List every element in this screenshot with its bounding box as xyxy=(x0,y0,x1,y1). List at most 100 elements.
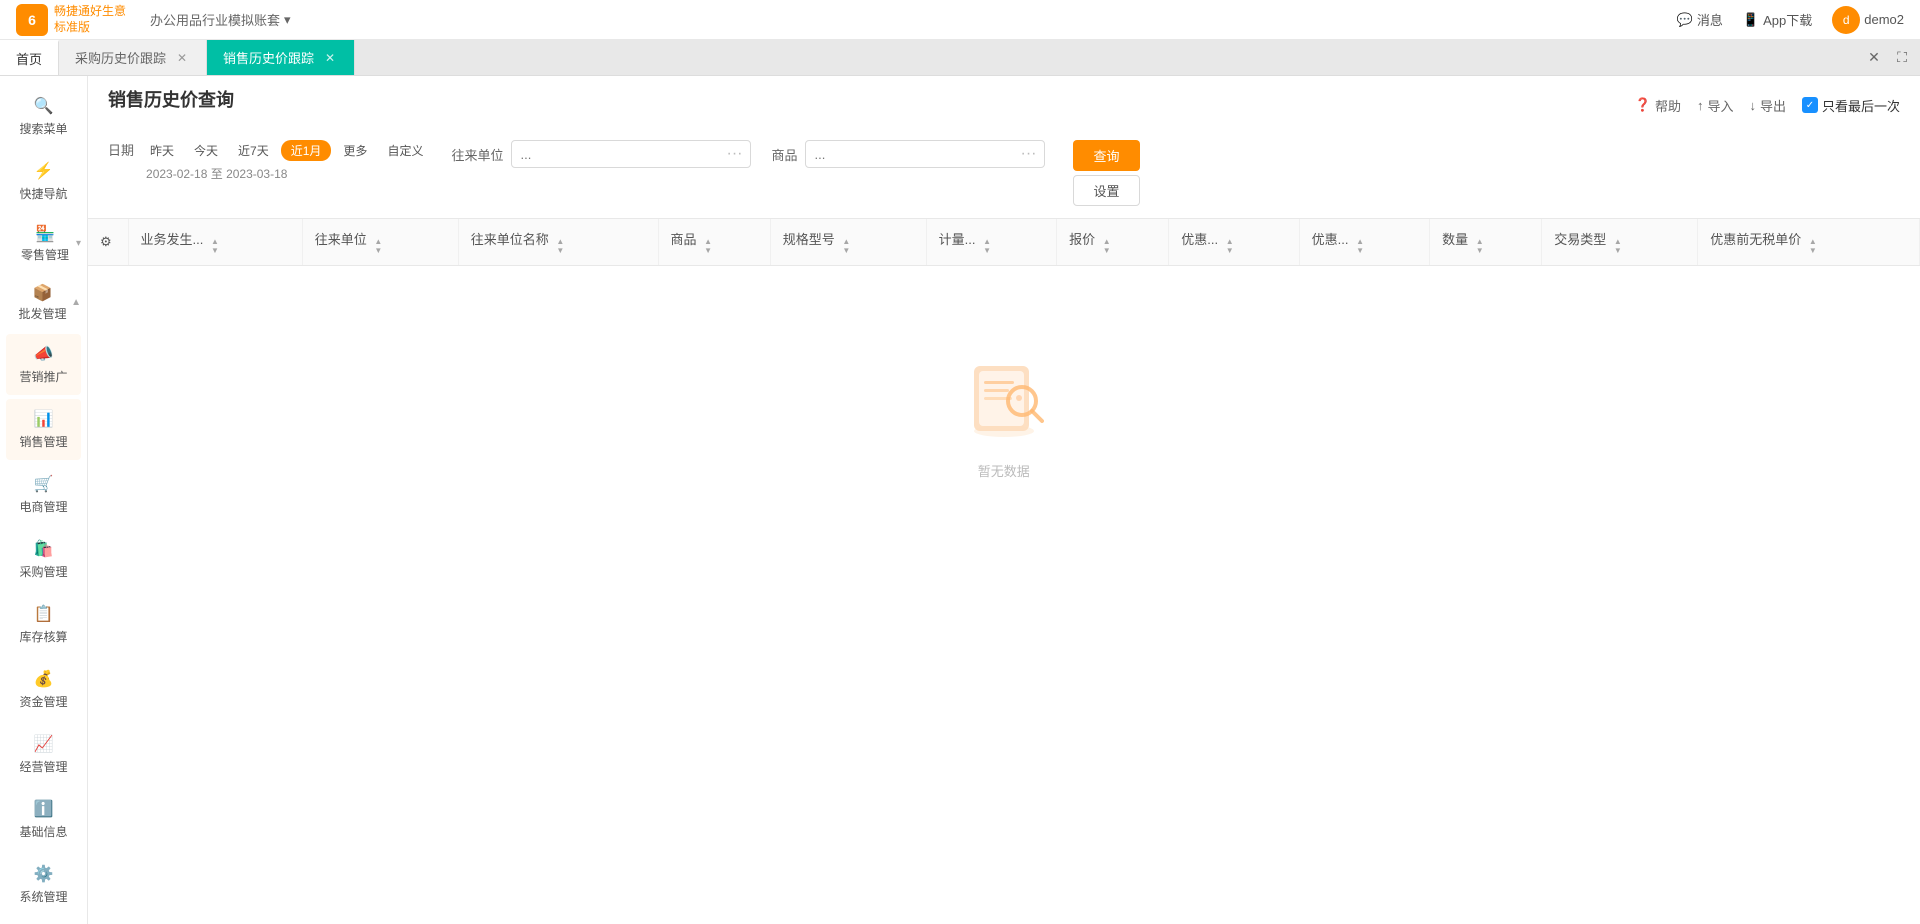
wholesale-icon: 📦 xyxy=(33,283,53,303)
table-area: ⚙ 业务发生... ▲▼ 往来单位 ▲▼ 往来单位名称 ▲▼ xyxy=(88,219,1920,924)
sidebar-item-search-menu[interactable]: 🔍 搜索菜单 xyxy=(6,86,81,147)
tab-purchase-history-close[interactable]: ✕ xyxy=(174,50,190,66)
message-btn[interactable]: 💬 消息 xyxy=(1677,10,1723,29)
retail-chevron-icon: ▾ xyxy=(76,238,81,249)
th-partner-code[interactable]: 往来单位 ▲▼ xyxy=(302,219,458,266)
sidebar-item-finance[interactable]: 💰 资金管理 xyxy=(6,659,81,720)
table-settings-icon[interactable]: ⚙ xyxy=(100,234,112,249)
th-unit[interactable]: 计量... ▲▼ xyxy=(926,219,1056,266)
sidebar-item-enterprise-collab[interactable]: 🤝 企业协同 xyxy=(6,919,81,924)
logo-text: 畅捷通好生意 标准版 xyxy=(54,4,126,35)
th-business-date[interactable]: 业务发生... ▲▼ xyxy=(128,219,302,266)
message-icon: 💬 xyxy=(1677,12,1693,28)
th-pretax-price[interactable]: 优惠前无税单价 ▲▼ xyxy=(1698,219,1920,266)
sidebar-item-quick-nav[interactable]: ⚡ 快捷导航 xyxy=(6,151,81,212)
filter-bar: 日期 昨天 今天 近7天 近1月 更多 自定义 2023-02-18 至 202… xyxy=(108,132,1900,218)
tab-sales-history[interactable]: 销售历史价跟踪 ✕ xyxy=(207,40,355,75)
product-input[interactable]: ··· xyxy=(805,140,1045,168)
th-product[interactable]: 商品 ▲▼ xyxy=(658,219,770,266)
wholesale-chevron-icon: ▲ xyxy=(71,297,81,308)
date-btn-today[interactable]: 今天 xyxy=(186,140,226,161)
tabs-window-controls: ✕ ⛶ xyxy=(1856,40,1920,75)
sort-icon-trade-type: ▲▼ xyxy=(1614,238,1622,255)
th-quoted-price[interactable]: 报价 ▲▼ xyxy=(1057,219,1169,266)
th-discount2[interactable]: 优惠... ▲▼ xyxy=(1299,219,1429,266)
page-title: 销售历史价查询 xyxy=(108,86,234,112)
topbar-right: 💬 消息 📱 App下载 d demo2 xyxy=(1677,6,1904,34)
sidebar-item-basic-info[interactable]: ℹ️ 基础信息 xyxy=(6,789,81,850)
page-header: 销售历史价查询 ❓ 帮助 ↑ 导入 ↓ 导出 ✓ xyxy=(88,76,1920,219)
settings-button[interactable]: 设置 xyxy=(1073,175,1139,206)
th-trade-type[interactable]: 交易类型 ▲▼ xyxy=(1542,219,1698,266)
sort-icon-product: ▲▼ xyxy=(704,238,712,255)
sort-icon-quoted-price: ▲▼ xyxy=(1103,238,1111,255)
retail-icon: 🏪 xyxy=(35,224,55,244)
table-header: ⚙ 业务发生... ▲▼ 往来单位 ▲▼ 往来单位名称 ▲▼ xyxy=(88,219,1920,266)
export-btn[interactable]: ↓ 导出 xyxy=(1749,96,1786,115)
help-icon: ❓ xyxy=(1635,97,1651,113)
sidebar-item-operations[interactable]: 📈 经营管理 xyxy=(6,724,81,785)
empty-illustration xyxy=(954,346,1054,449)
purchase-icon: 🛍️ xyxy=(34,539,54,559)
sort-icon-spec: ▲▼ xyxy=(842,238,850,255)
sidebar-item-inventory[interactable]: 📋 库存核算 xyxy=(6,594,81,655)
app-download-btn[interactable]: 📱 App下载 xyxy=(1743,10,1812,29)
only-last-checkbox-input[interactable]: ✓ xyxy=(1802,97,1818,113)
th-quantity[interactable]: 数量 ▲▼ xyxy=(1430,219,1542,266)
download-icon: 📱 xyxy=(1743,12,1759,28)
tab-purchase-history[interactable]: 采购历史价跟踪 ✕ xyxy=(59,40,207,75)
partner-input[interactable]: ··· xyxy=(511,140,751,168)
sort-icon-discount1: ▲▼ xyxy=(1226,238,1234,255)
th-partner-name[interactable]: 往来单位名称 ▲▼ xyxy=(458,219,658,266)
content-area: 销售历史价查询 ❓ 帮助 ↑ 导入 ↓ 导出 ✓ xyxy=(88,76,1920,924)
finance-icon: 💰 xyxy=(34,669,54,689)
import-icon: ↑ xyxy=(1697,98,1704,113)
only-last-checkbox-group[interactable]: ✓ 只看最后一次 xyxy=(1802,96,1900,115)
search-button[interactable]: 查询 xyxy=(1073,140,1139,171)
app-selector[interactable]: 办公用品行业模拟账套 ▾ xyxy=(150,10,291,29)
basic-info-icon: ℹ️ xyxy=(34,799,54,819)
user-profile[interactable]: d demo2 xyxy=(1832,6,1904,34)
sort-icon-partner-code: ▲▼ xyxy=(374,238,382,255)
help-btn[interactable]: ❓ 帮助 xyxy=(1635,96,1681,115)
partner-filter-label: 往来单位 xyxy=(451,145,503,164)
date-btn-yesterday[interactable]: 昨天 xyxy=(142,140,182,161)
sidebar-item-system[interactable]: ⚙️ 系统管理 xyxy=(6,854,81,915)
date-btn-7days[interactable]: 近7天 xyxy=(230,140,277,161)
chevron-down-icon: ▾ xyxy=(284,12,291,28)
empty-svg xyxy=(954,346,1054,446)
page-toolbar: ❓ 帮助 ↑ 导入 ↓ 导出 ✓ 只看最后一次 xyxy=(1635,96,1900,115)
date-buttons: 昨天 今天 近7天 近1月 更多 自定义 xyxy=(142,140,431,161)
sidebar-item-wholesale-mgmt[interactable]: 📦 批发管理 ▲ xyxy=(6,275,88,330)
date-btn-1month[interactable]: 近1月 xyxy=(281,140,332,161)
date-btn-more[interactable]: 更多 xyxy=(335,140,375,161)
empty-text: 暂无数据 xyxy=(978,461,1030,480)
close-window-btn[interactable]: ✕ xyxy=(1864,48,1884,68)
tab-home[interactable]: 首页 xyxy=(0,40,59,75)
inventory-icon: 📋 xyxy=(34,604,54,624)
sidebar-item-ecommerce[interactable]: 🛒 电商管理 xyxy=(6,464,81,525)
sidebar-item-sales-mgmt[interactable]: 📊 销售管理 xyxy=(6,399,81,460)
ecommerce-icon: 🛒 xyxy=(34,474,54,494)
date-btn-custom[interactable]: 自定义 xyxy=(379,140,431,161)
sales-icon: 📊 xyxy=(34,409,54,429)
sort-icon-business-date: ▲▼ xyxy=(211,238,219,255)
th-spec[interactable]: 规格型号 ▲▼ xyxy=(770,219,926,266)
sidebar-item-purchase[interactable]: 🛍️ 采购管理 xyxy=(6,529,81,590)
tab-sales-history-close[interactable]: ✕ xyxy=(322,50,338,66)
partner-input-dots: ··· xyxy=(726,145,742,163)
th-gear[interactable]: ⚙ xyxy=(88,219,128,266)
avatar: d xyxy=(1832,6,1860,34)
product-input-field[interactable] xyxy=(814,147,1020,162)
import-btn[interactable]: ↑ 导入 xyxy=(1697,96,1734,115)
product-filter-label: 商品 xyxy=(771,145,797,164)
maximize-window-btn[interactable]: ⛶ xyxy=(1892,48,1912,68)
sort-icon-partner-name: ▲▼ xyxy=(556,238,564,255)
sort-icon-quantity: ▲▼ xyxy=(1476,238,1484,255)
date-filter-group: 日期 昨天 今天 近7天 近1月 更多 自定义 2023-02-18 至 202… xyxy=(108,140,431,182)
partner-input-field[interactable] xyxy=(520,147,726,162)
operations-icon: 📈 xyxy=(34,734,54,754)
sidebar-item-retail-mgmt[interactable]: 🏪 零售管理 ▾ xyxy=(6,216,88,271)
sidebar-item-marketing[interactable]: 📣 营销推广 xyxy=(6,334,81,395)
th-discount1[interactable]: 优惠... ▲▼ xyxy=(1169,219,1299,266)
